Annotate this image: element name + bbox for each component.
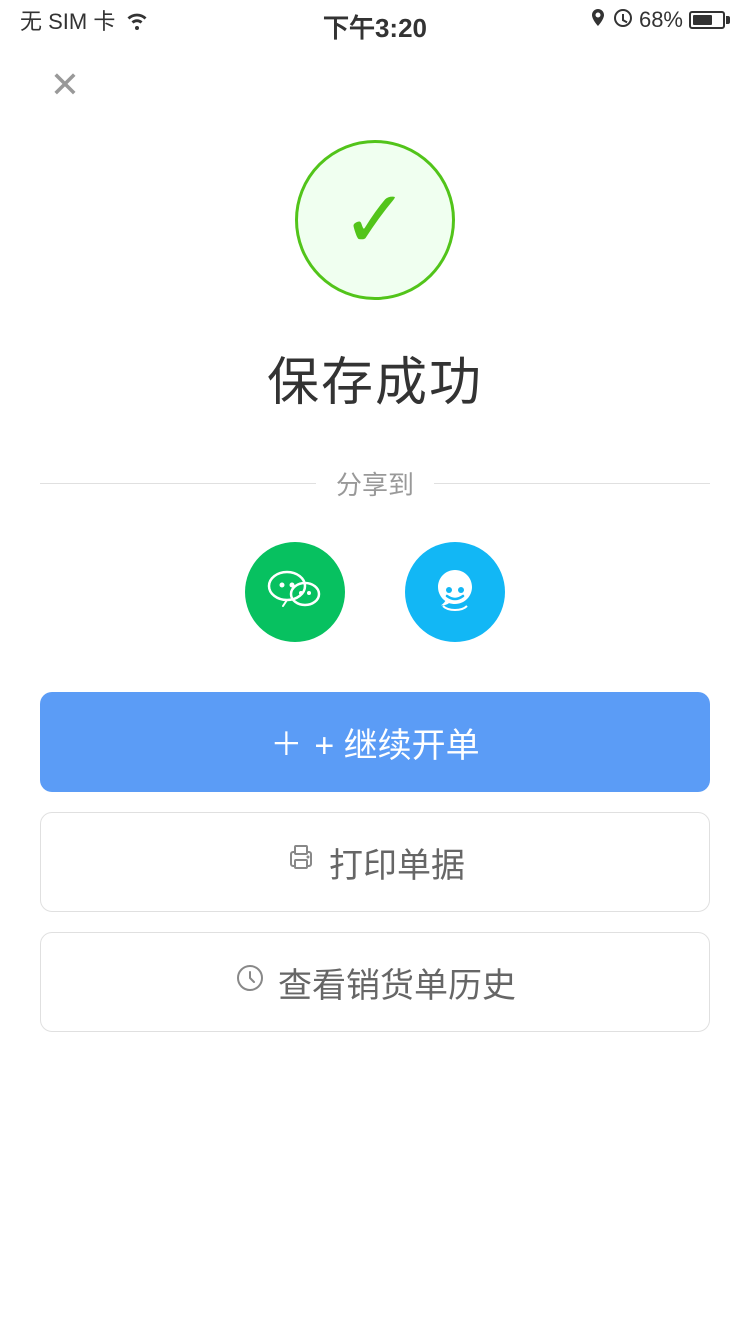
print-label: 打印单据 (329, 838, 465, 887)
close-icon: ✕ (50, 67, 80, 103)
share-divider: 分享到 (40, 465, 710, 502)
alarm-icon (613, 9, 633, 31)
history-button[interactable]: 查看销货单历史 (40, 932, 710, 1032)
wechat-icon (265, 562, 325, 622)
wifi-icon (123, 10, 151, 30)
status-right: 68% (589, 7, 730, 33)
divider-left (40, 483, 316, 484)
close-button[interactable]: ✕ (40, 60, 90, 110)
battery-percent: 68% (639, 7, 683, 33)
share-icons (245, 542, 505, 642)
continue-button[interactable]: ＋ + 继续开单 (40, 692, 710, 792)
history-label: 查看销货单历史 (278, 958, 516, 1007)
history-icon (234, 962, 266, 1002)
no-sim-text: 无 SIM 卡 (20, 4, 115, 36)
divider-right (434, 483, 710, 484)
checkmark-icon: ✓ (341, 180, 408, 260)
print-icon (285, 842, 317, 882)
location-icon (589, 9, 607, 31)
main-content: ✕ ✓ 保存成功 分享到 (0, 40, 750, 1334)
qq-icon (425, 562, 485, 622)
action-buttons: ＋ + 继续开单 打印单据 查看销货单历史 (40, 692, 710, 1032)
plus-icon: ＋ (270, 719, 302, 765)
share-label: 分享到 (336, 465, 414, 502)
wechat-share-button[interactable] (245, 542, 345, 642)
success-title: 保存成功 (267, 340, 483, 415)
status-bar: 无 SIM 卡 下午3:20 68% (0, 0, 750, 40)
print-button[interactable]: 打印单据 (40, 812, 710, 912)
qq-share-button[interactable] (405, 542, 505, 642)
share-section: 分享到 (40, 465, 710, 642)
continue-label: + 继续开单 (314, 718, 479, 767)
battery-icon (689, 11, 730, 29)
status-left: 无 SIM 卡 (20, 4, 151, 36)
success-circle: ✓ (295, 140, 455, 300)
